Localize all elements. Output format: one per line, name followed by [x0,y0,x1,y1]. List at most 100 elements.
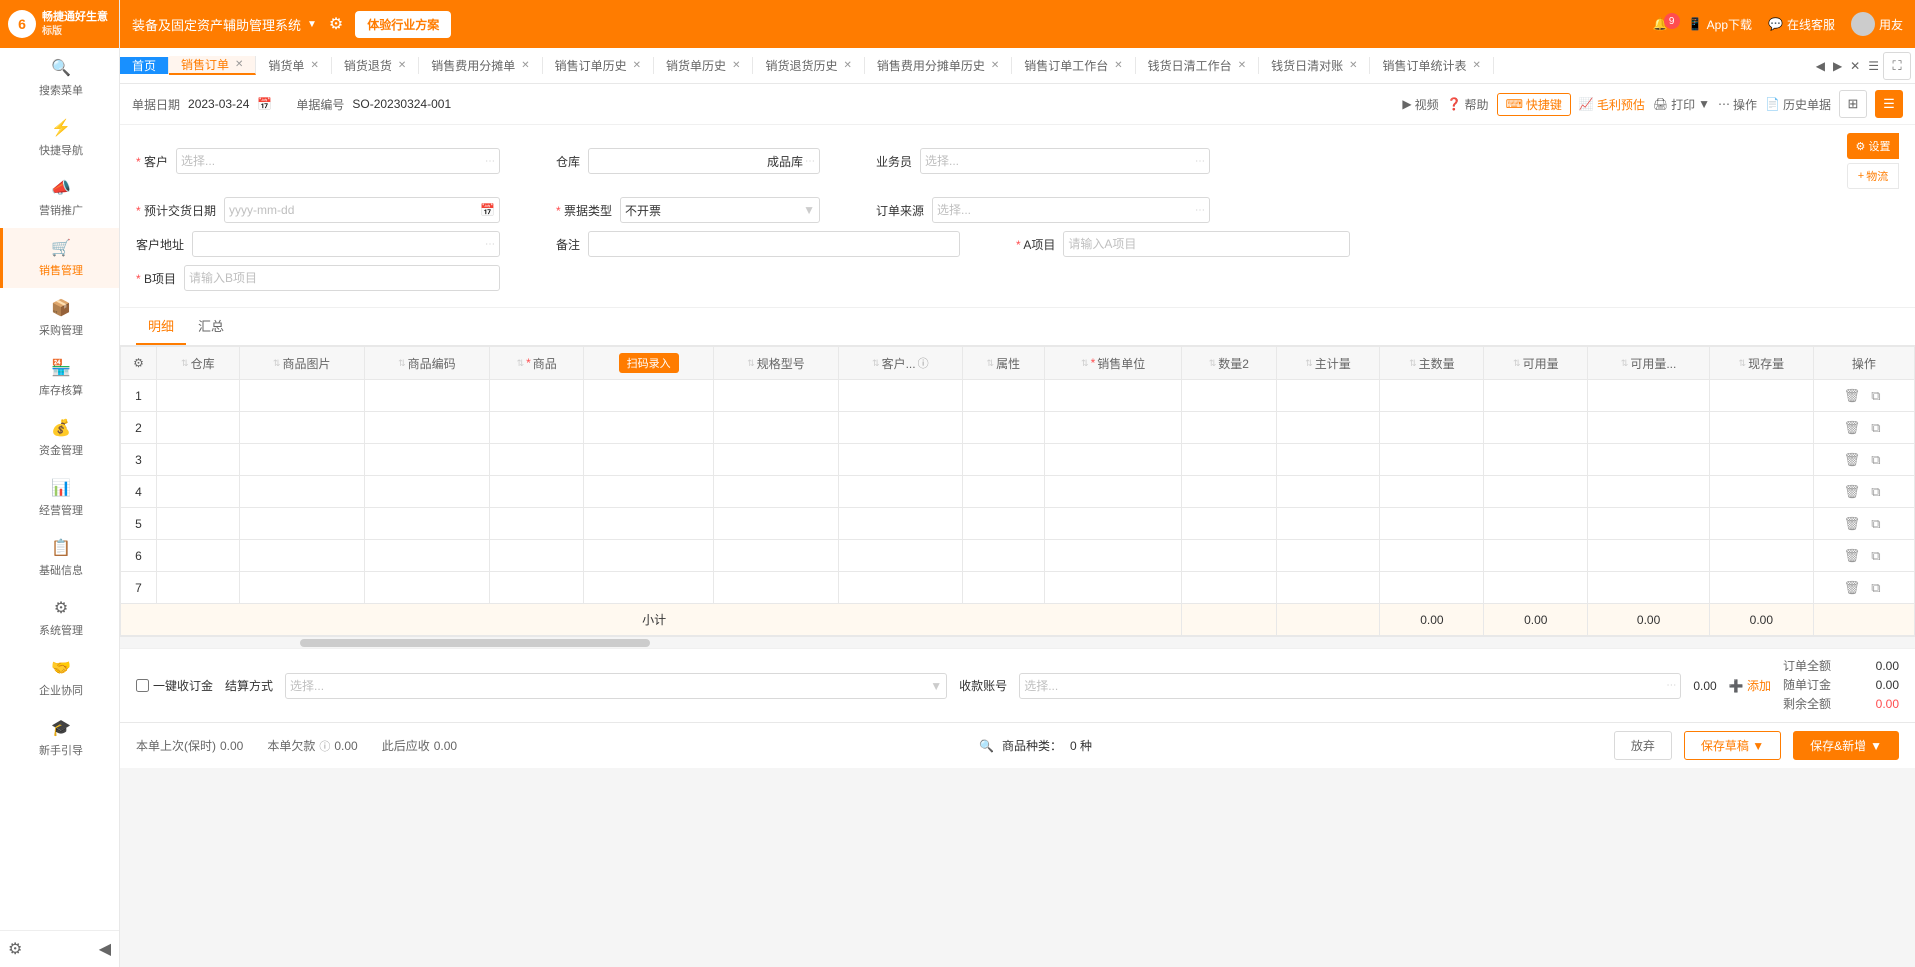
order-source-wrap[interactable]: ⋯ [932,197,1210,223]
row-current[interactable] [1709,380,1813,412]
row-delete-icon[interactable]: 🗑 [1842,514,1862,534]
row-attr[interactable] [962,572,1045,604]
customer-address-wrap[interactable]: ⋯ [192,231,500,257]
payment-method-wrap[interactable]: ▼ [285,673,947,699]
row-main-qty[interactable] [1380,540,1484,572]
help-button[interactable]: ❓ 帮助 [1447,96,1489,113]
tab-close-icon[interactable]: ✕ [732,60,740,71]
row-current[interactable] [1709,444,1813,476]
row-avail2[interactable] [1588,476,1710,508]
row-warehouse[interactable] [157,380,240,412]
sidebar-item-sales[interactable]: 🛒销售管理 [0,228,119,288]
row-spec[interactable] [713,444,838,476]
tab-销货单历史[interactable]: 销货单历史✕ [654,57,753,74]
delivery-date-wrap[interactable]: 📅 [224,197,500,223]
row-avail2[interactable] [1588,540,1710,572]
row-customer-code[interactable] [839,444,962,476]
warehouse-input[interactable] [593,154,767,168]
tab-销售订单[interactable]: 销售订单✕ [169,56,256,75]
tab-close-icon[interactable]: ✕ [1473,60,1481,71]
sidebar-item-finance[interactable]: 💰资金管理 [0,408,119,468]
calendar-icon[interactable]: 📅 [257,97,272,111]
next-debt-info-icon[interactable]: ⓘ [319,738,330,754]
warehouse-input-wrap[interactable]: 成品库 ⋯ [588,148,820,174]
sidebar-item-guide[interactable]: 🎓新手引导 [0,708,119,768]
sidebar-item-basic[interactable]: 📋基础信息 [0,528,119,588]
row-image[interactable] [239,508,364,540]
row-code[interactable] [364,540,489,572]
app-download-link[interactable]: 📱 App下载 [1688,16,1752,33]
salesperson-expand-icon[interactable]: ⋯ [1195,156,1205,167]
one-click-checkbox-wrap[interactable]: 一键收订金 [136,677,213,694]
tab-销售订单统计表[interactable]: 销售订单统计表✕ [1370,57,1493,74]
invoice-type-dropdown-icon[interactable]: ▼ [803,203,815,217]
row-copy-icon[interactable]: ⧉ [1866,546,1886,566]
settings-float-button[interactable]: ⚙ ⚙ 设置设置 [1847,133,1899,159]
row-attr[interactable] [962,540,1045,572]
row-code[interactable] [364,380,489,412]
row-warehouse[interactable] [157,476,240,508]
row-main-unit[interactable] [1276,540,1380,572]
tab-销售费用分摊单[interactable]: 销售费用分摊单✕ [419,57,542,74]
account-expand-icon[interactable]: ⋯ [1666,680,1676,691]
row-avail[interactable] [1484,572,1588,604]
row-warehouse[interactable] [157,572,240,604]
row-avail2[interactable] [1588,572,1710,604]
row-main-qty[interactable] [1380,572,1484,604]
row-attr[interactable] [962,380,1045,412]
row-attr[interactable] [962,476,1045,508]
row-code[interactable] [364,508,489,540]
sidebar-item-operation[interactable]: 📊经营管理 [0,468,119,528]
row-main-unit[interactable] [1276,412,1380,444]
row-attr[interactable] [962,444,1045,476]
tab-销售订单历史[interactable]: 销售订单历史✕ [543,57,654,74]
row-qty2[interactable] [1182,572,1276,604]
row-spec[interactable] [713,540,838,572]
user-avatar[interactable]: 用友 [1851,12,1903,36]
tab-close-icon[interactable]: ✕ [235,59,243,70]
row-avail2[interactable] [1588,508,1710,540]
row-image[interactable] [239,412,364,444]
row-qty2[interactable] [1182,444,1276,476]
row-copy-icon[interactable]: ⧉ [1866,482,1886,502]
row-image[interactable] [239,572,364,604]
sidebar-item-quick[interactable]: ⚡快捷导航 [0,108,119,168]
customer-address-input[interactable] [197,237,483,251]
tab-close-icon[interactable]: ✕ [843,60,851,71]
add-logistics-button[interactable]: + 物流 [1847,163,1899,189]
tab-close-icon[interactable]: ✕ [633,60,641,71]
toolbar-grid-icon[interactable]: ⊞ [1839,90,1867,118]
row-delete-icon[interactable]: 🗑 [1842,578,1862,598]
a-project-wrap[interactable] [1063,231,1350,257]
row-product[interactable] [489,412,583,444]
order-source-input[interactable] [937,203,1193,217]
row-unit[interactable] [1045,508,1182,540]
row-avail2[interactable] [1588,444,1710,476]
row-copy-icon[interactable]: ⧉ [1866,386,1886,406]
fullscreen-icon[interactable]: ⛶ [1883,52,1911,80]
row-image[interactable] [239,380,364,412]
row-unit[interactable] [1045,540,1182,572]
row-delete-icon[interactable]: 🗑 [1842,386,1862,406]
row-main-unit[interactable] [1276,508,1380,540]
row-avail2[interactable] [1588,380,1710,412]
salesperson-input[interactable] [925,154,1193,168]
toolbar-list-icon[interactable]: ☰ [1875,90,1903,118]
salesperson-input-wrap[interactable]: ⋯ [920,148,1210,174]
row-delete-icon[interactable]: 🗑 [1842,546,1862,566]
b-project-wrap[interactable] [184,265,500,291]
row-spec[interactable] [713,572,838,604]
product-count-icon[interactable]: 🔍 [979,739,994,753]
row-main-qty[interactable] [1380,476,1484,508]
tabs-close-all-icon[interactable]: ✕ [1846,59,1864,73]
notification-bell[interactable]: 🔔9 [1653,17,1672,31]
row-product[interactable] [489,572,583,604]
shortcut-button[interactable]: ⌨ 快捷键 [1497,93,1571,116]
row-product[interactable] [489,540,583,572]
sidebar-item-purchase[interactable]: 📦采购管理 [0,288,119,348]
tab-close-icon[interactable]: ✕ [521,60,529,71]
row-qty2[interactable] [1182,508,1276,540]
discard-button[interactable]: 放弃 [1614,731,1672,760]
payment-dropdown-icon[interactable]: ▼ [930,679,942,693]
row-code[interactable] [364,412,489,444]
